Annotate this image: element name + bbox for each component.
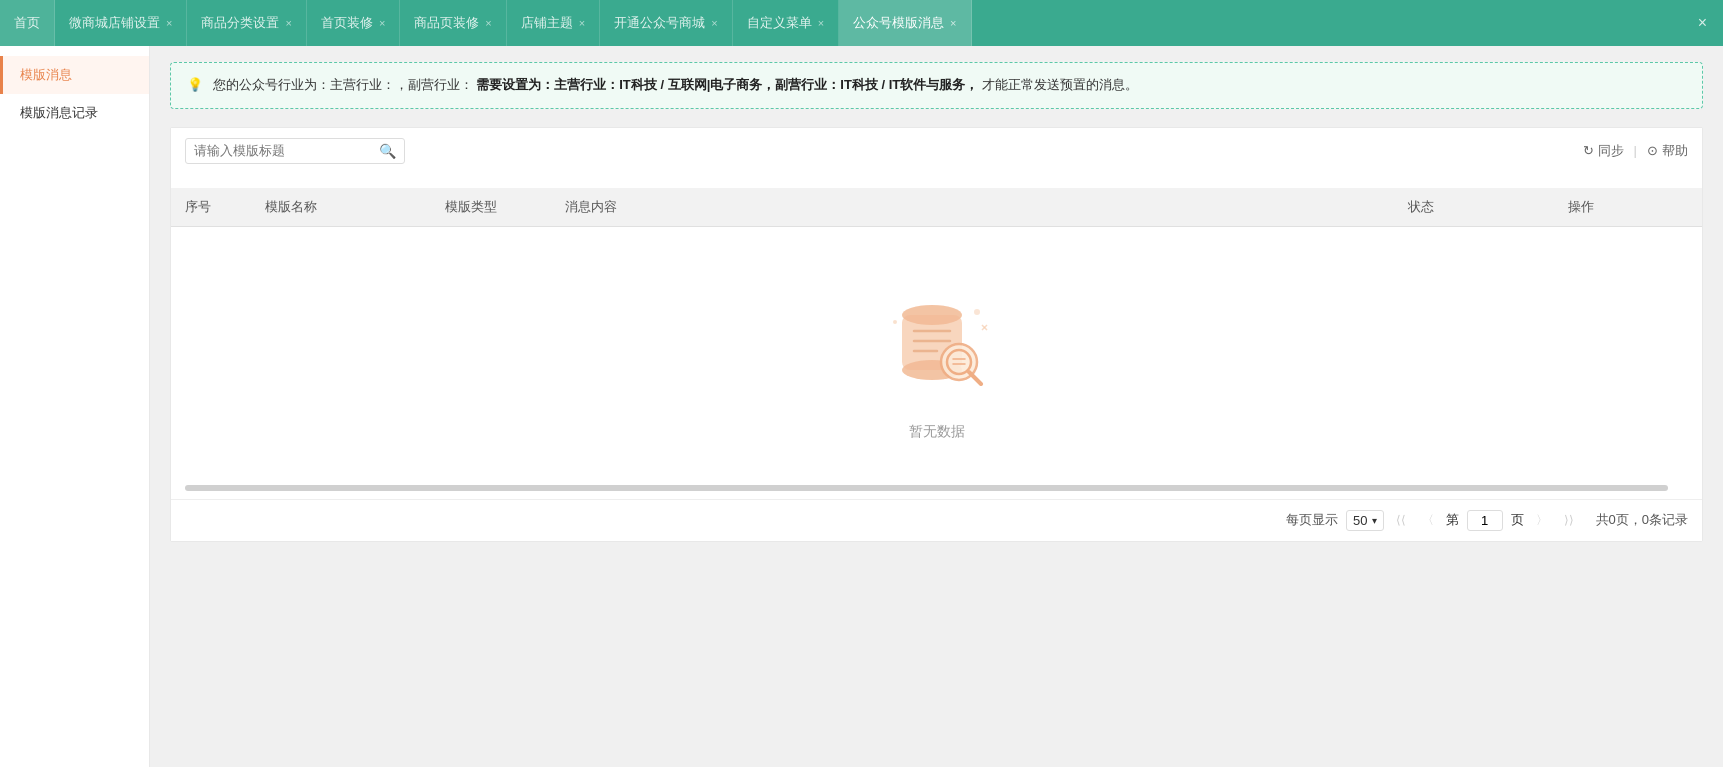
chevron-down-icon: ▾	[1372, 515, 1377, 526]
svg-point-13	[893, 320, 897, 324]
nav-tab-3[interactable]: 首页装修 ×	[307, 0, 400, 46]
next-page-button[interactable]: 〉	[1532, 510, 1552, 531]
nav-tab-home[interactable]: 首页	[0, 0, 55, 46]
notice-box: 💡 您的公众号行业为：主营行业：，副营行业： 需要设置为：主营行业：IT科技 /…	[170, 62, 1703, 109]
table-container: 🔍 ↻ 同步 | ⊙ 帮助 序号 模版名称 模版	[170, 127, 1703, 542]
page-label: 第	[1446, 511, 1459, 529]
nav-tab-3-close[interactable]: ×	[379, 17, 385, 29]
nav-tab-4[interactable]: 商品页装修 ×	[400, 0, 506, 46]
nav-tab-2-label: 商品分类设置	[201, 14, 279, 32]
close-all-button[interactable]: ×	[1682, 0, 1723, 46]
search-bar: 🔍 ↻ 同步 | ⊙ 帮助	[171, 128, 1702, 174]
sync-icon: ↻	[1583, 143, 1594, 158]
sync-label: 同步	[1598, 142, 1624, 160]
nav-tab-8-close[interactable]: ×	[950, 17, 956, 29]
nav-tab-7-label: 自定义菜单	[747, 14, 812, 32]
table-header: 序号 模版名称 模版类型 消息内容 状态 操作	[171, 188, 1702, 227]
scrollbar-track[interactable]	[171, 481, 1702, 499]
sidebar-item-template-msg-record-label: 模版消息记录	[20, 105, 98, 120]
help-icon: ⊙	[1647, 143, 1658, 158]
nav-tab-7[interactable]: 自定义菜单 ×	[733, 0, 839, 46]
th-action: 操作	[1568, 198, 1688, 216]
sidebar-item-template-msg-record[interactable]: 模版消息记录	[0, 94, 149, 132]
last-page-button[interactable]: ⟩⟩	[1560, 511, 1578, 529]
empty-illustration-svg	[877, 287, 997, 407]
main-layout: 模版消息 模版消息记录 💡 您的公众号行业为：主营行业：，副营行业： 需要设置为…	[0, 46, 1723, 767]
th-status: 状态	[1408, 198, 1568, 216]
nav-tab-4-label: 商品页装修	[414, 14, 479, 32]
search-icon[interactable]: 🔍	[379, 143, 396, 159]
empty-state: 暂无数据	[171, 227, 1702, 481]
page-unit: 页	[1511, 511, 1524, 529]
search-input-wrap: 🔍	[185, 138, 405, 164]
page-size-select[interactable]: 50 ▾	[1346, 510, 1383, 531]
top-nav: 首页 微商城店铺设置 × 商品分类设置 × 首页装修 × 商品页装修 × 店铺主…	[0, 0, 1723, 46]
notice-prefix: 您的公众号行业为：主营行业：，副营行业：	[213, 77, 473, 92]
th-index: 序号	[185, 198, 265, 216]
empty-illustration	[877, 287, 997, 407]
page-size-label: 每页显示	[1286, 511, 1338, 529]
content-area: 💡 您的公众号行业为：主营行业：，副营行业： 需要设置为：主营行业：IT科技 /…	[150, 46, 1723, 767]
nav-tab-1[interactable]: 微商城店铺设置 ×	[55, 0, 187, 46]
toolbar-divider: |	[1634, 143, 1637, 158]
help-button[interactable]: ⊙ 帮助	[1647, 142, 1688, 160]
pagination: 每页显示 50 ▾ ⟨⟨ 〈 第 页 〉 ⟩⟩ 共0页，0条记录	[171, 499, 1702, 541]
total-text: 共0页，0条记录	[1596, 511, 1688, 529]
nav-tab-3-label: 首页装修	[321, 14, 373, 32]
nav-tab-1-close[interactable]: ×	[166, 17, 172, 29]
toolbar-right: ↻ 同步 | ⊙ 帮助	[1583, 142, 1688, 160]
nav-tab-2-close[interactable]: ×	[285, 17, 291, 29]
nav-tab-6[interactable]: 开通公众号商城 ×	[600, 0, 732, 46]
bulb-icon: 💡	[187, 77, 203, 92]
svg-point-14	[974, 309, 980, 315]
svg-line-10	[969, 372, 981, 384]
prev-page-button[interactable]: 〈	[1418, 510, 1438, 531]
sidebar-item-template-msg-label: 模版消息	[20, 67, 72, 82]
svg-point-3	[902, 305, 962, 325]
nav-tab-5-label: 店铺主题	[521, 14, 573, 32]
nav-tab-6-label: 开通公众号商城	[614, 14, 705, 32]
sidebar: 模版消息 模版消息记录	[0, 46, 150, 767]
notice-suffix: 才能正常发送预置的消息。	[982, 77, 1138, 92]
empty-text: 暂无数据	[909, 423, 965, 441]
nav-tab-home-label: 首页	[14, 14, 40, 32]
scrollbar-bar[interactable]	[185, 485, 1668, 491]
nav-tab-5-close[interactable]: ×	[579, 17, 585, 29]
nav-tab-8[interactable]: 公众号模版消息 ×	[839, 0, 971, 46]
first-page-button[interactable]: ⟨⟨	[1392, 511, 1410, 529]
nav-tab-5[interactable]: 店铺主题 ×	[507, 0, 600, 46]
nav-tab-1-label: 微商城店铺设置	[69, 14, 160, 32]
nav-tab-4-close[interactable]: ×	[485, 17, 491, 29]
th-name: 模版名称	[265, 198, 445, 216]
help-label: 帮助	[1662, 142, 1688, 160]
page-number-input[interactable]	[1467, 510, 1503, 531]
nav-tab-2[interactable]: 商品分类设置 ×	[187, 0, 306, 46]
page-size-value: 50	[1353, 513, 1367, 528]
nav-tab-7-close[interactable]: ×	[818, 17, 824, 29]
notice-highlight: 需要设置为：主营行业：IT科技 / 互联网|电子商务，副营行业：IT科技 / I…	[476, 77, 978, 92]
nav-tab-6-close[interactable]: ×	[711, 17, 717, 29]
nav-tab-8-label: 公众号模版消息	[853, 14, 944, 32]
sync-button[interactable]: ↻ 同步	[1583, 142, 1624, 160]
th-type: 模版类型	[445, 198, 565, 216]
th-content: 消息内容	[565, 198, 1408, 216]
sidebar-item-template-msg[interactable]: 模版消息	[0, 56, 149, 94]
search-input[interactable]	[194, 143, 379, 158]
